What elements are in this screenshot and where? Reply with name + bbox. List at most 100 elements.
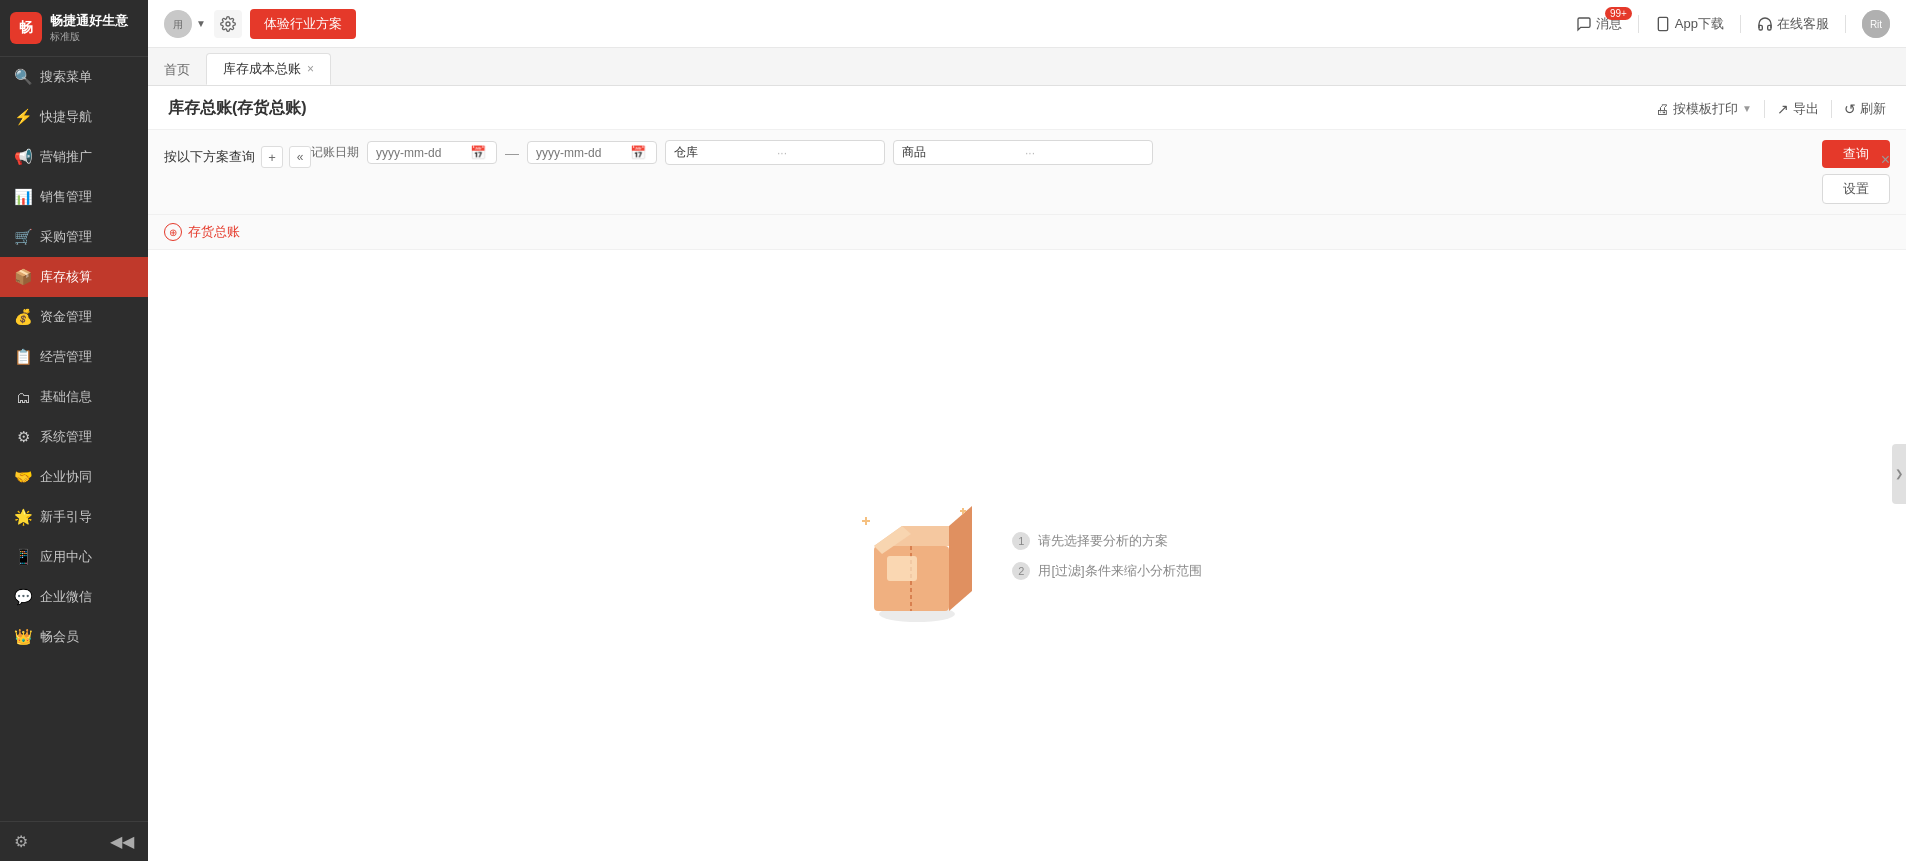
page-header: 库存总账(存货总账) 🖨 按模板打印 ▼ ↗ 导出 ↺ 刷新 [148, 86, 1906, 130]
warehouse-more-icon[interactable]: ··· [777, 146, 876, 160]
sidebar-item-search[interactable]: 🔍 搜索菜单 [0, 57, 148, 97]
filter-date-row: 记账日期 📅 — 📅 仓库 ··· [311, 140, 1153, 165]
filter-label: 按以下方案查询 [164, 148, 255, 166]
sidebar-item-funds[interactable]: 💰 资金管理 [0, 297, 148, 337]
date-to-input[interactable]: 📅 [527, 141, 657, 164]
svg-marker-10 [949, 506, 972, 611]
sidebar-item-sales[interactable]: 📊 销售管理 [0, 177, 148, 217]
topbar-user-area[interactable]: 用 ▼ [164, 10, 206, 38]
date-separator: — [505, 145, 519, 161]
collapse-icon: « [297, 150, 304, 164]
sidebar-item-wechat[interactable]: 💬 企业微信 [0, 577, 148, 617]
export-button[interactable]: ↗ 导出 [1777, 100, 1819, 118]
member-icon: 👑 [14, 628, 32, 646]
system-icon: ⚙ [14, 428, 32, 446]
settings-button[interactable]: 设置 [1822, 174, 1890, 204]
user-avatar-small: 用 [164, 10, 192, 38]
user-avatar-right: Rit [1862, 10, 1890, 38]
scheme-item-label: 存货总账 [188, 223, 240, 241]
date-to-field[interactable] [536, 146, 626, 160]
appcenter-icon: 📱 [14, 548, 32, 566]
topbar-divider-1 [1638, 15, 1639, 33]
sidebar-item-marketing[interactable]: 📢 营销推广 [0, 137, 148, 177]
search-icon: 🔍 [14, 68, 32, 86]
scheme-list: ⊕ 存货总账 [148, 215, 1906, 250]
sidebar-item-appcenter[interactable]: 📱 应用中心 [0, 537, 148, 577]
sidebar-bottom: ⚙ ◀◀ [0, 821, 148, 861]
print-button[interactable]: 🖨 按模板打印 ▼ [1655, 100, 1752, 118]
sidebar: 畅 畅捷通好生意 标准版 🔍 搜索菜单 ⚡ 快捷导航 📢 营销推广 📊 销售管理… [0, 0, 148, 861]
online-service-label: 在线客服 [1777, 15, 1829, 33]
date-from-input[interactable]: 📅 [367, 141, 497, 164]
online-service-button[interactable]: 在线客服 [1757, 15, 1829, 33]
topbar-gear-button[interactable] [214, 10, 242, 38]
sidebar-item-basic[interactable]: 🗂 基础信息 [0, 377, 148, 417]
page-title: 库存总账(存货总账) [168, 98, 307, 119]
right-panel-toggle[interactable]: ❯ [1892, 444, 1906, 504]
warehouse-select[interactable]: 仓库 ··· [665, 140, 885, 165]
print-icon: 🖨 [1655, 101, 1669, 117]
export-icon: ↗ [1777, 101, 1789, 117]
date-from-field[interactable] [376, 146, 466, 160]
content-area: 库存总账(存货总账) 🖨 按模板打印 ▼ ↗ 导出 ↺ 刷新 [148, 86, 1906, 861]
topbar-user-right[interactable]: Rit [1862, 10, 1890, 38]
calendar-from-icon[interactable]: 📅 [470, 145, 486, 160]
tab-home[interactable]: 首页 [148, 53, 206, 85]
sidebar-nav: 🔍 搜索菜单 ⚡ 快捷导航 📢 营销推广 📊 销售管理 🛒 采购管理 📦 库存核… [0, 57, 148, 821]
right-panel-toggle-icon: ❯ [1895, 468, 1903, 479]
goods-select[interactable]: 商品 ··· [893, 140, 1153, 165]
logo-text: 畅捷通好生意 标准版 [50, 13, 128, 43]
empty-illustration [852, 496, 972, 616]
sidebar-item-newguide[interactable]: 🌟 新手引导 [0, 497, 148, 537]
logo-icon: 畅 [10, 12, 42, 44]
calendar-to-icon[interactable]: 📅 [630, 145, 646, 160]
step-2-num: 2 [1012, 562, 1030, 580]
tab-close-icon[interactable]: × [307, 62, 314, 76]
tab-inventory-ledger[interactable]: 库存成本总账 × [206, 53, 331, 85]
header-divider-2 [1831, 100, 1832, 118]
empty-hint-1: 1 请先选择要分析的方案 [1012, 532, 1201, 550]
sidebar-item-operation[interactable]: 📋 经营管理 [0, 337, 148, 377]
empty-box-svg [852, 496, 982, 626]
empty-hints: 1 请先选择要分析的方案 2 用[过滤]条件来缩小分析范围 [1012, 532, 1201, 580]
trial-button[interactable]: 体验行业方案 [250, 9, 356, 39]
app-download-button[interactable]: App下载 [1655, 15, 1724, 33]
filter-collapse-button[interactable]: « [289, 146, 311, 168]
funds-icon: 💰 [14, 308, 32, 326]
basic-icon: 🗂 [14, 388, 32, 406]
inventory-icon: 📦 [14, 268, 32, 286]
sidebar-item-system[interactable]: ⚙ 系统管理 [0, 417, 148, 457]
app-download-label: App下载 [1675, 15, 1724, 33]
topbar-right: 消息 99+ App下载 在线客服 [1576, 10, 1890, 38]
settings-bottom-icon[interactable]: ⚙ [14, 832, 28, 851]
filter-add-button[interactable]: + [261, 146, 283, 168]
sales-icon: 📊 [14, 188, 32, 206]
action-buttons: 查询 设置 [1822, 140, 1890, 204]
sidebar-item-purchase[interactable]: 🛒 采购管理 [0, 217, 148, 257]
main-area: 用 ▼ 体验行业方案 消息 99+ [148, 0, 1906, 861]
date-label: 记账日期 [311, 144, 359, 161]
filter-label-section: 按以下方案查询 + « [164, 140, 311, 168]
message-button[interactable]: 消息 99+ [1576, 15, 1622, 33]
scheme-item-icon: ⊕ [164, 223, 182, 241]
filter-bar: 按以下方案查询 + « 记账日期 📅 — [148, 130, 1906, 215]
sidebar-item-enterprise[interactable]: 🤝 企业协同 [0, 457, 148, 497]
header-divider-1 [1764, 100, 1765, 118]
panel-close-button[interactable]: × [1881, 151, 1890, 169]
step-1-num: 1 [1012, 532, 1030, 550]
goods-more-icon[interactable]: ··· [1025, 146, 1144, 160]
newguide-icon: 🌟 [14, 508, 32, 526]
svg-rect-3 [1658, 17, 1667, 30]
collapse-icon[interactable]: ◀◀ [110, 832, 134, 851]
sidebar-item-inventory[interactable]: 📦 库存核算 [0, 257, 148, 297]
sidebar-item-member[interactable]: 👑 畅会员 [0, 617, 148, 657]
step-1-text: 请先选择要分析的方案 [1038, 532, 1168, 550]
scheme-item-inventory-ledger[interactable]: ⊕ 存货总账 [164, 223, 240, 241]
svg-text:用: 用 [173, 19, 183, 30]
svg-rect-13 [887, 556, 917, 581]
warehouse-label: 仓库 [674, 144, 773, 161]
refresh-button[interactable]: ↺ 刷新 [1844, 100, 1886, 118]
empty-state: 1 请先选择要分析的方案 2 用[过滤]条件来缩小分析范围 [148, 250, 1906, 861]
sidebar-item-shortcut[interactable]: ⚡ 快捷导航 [0, 97, 148, 137]
wechat-icon: 💬 [14, 588, 32, 606]
